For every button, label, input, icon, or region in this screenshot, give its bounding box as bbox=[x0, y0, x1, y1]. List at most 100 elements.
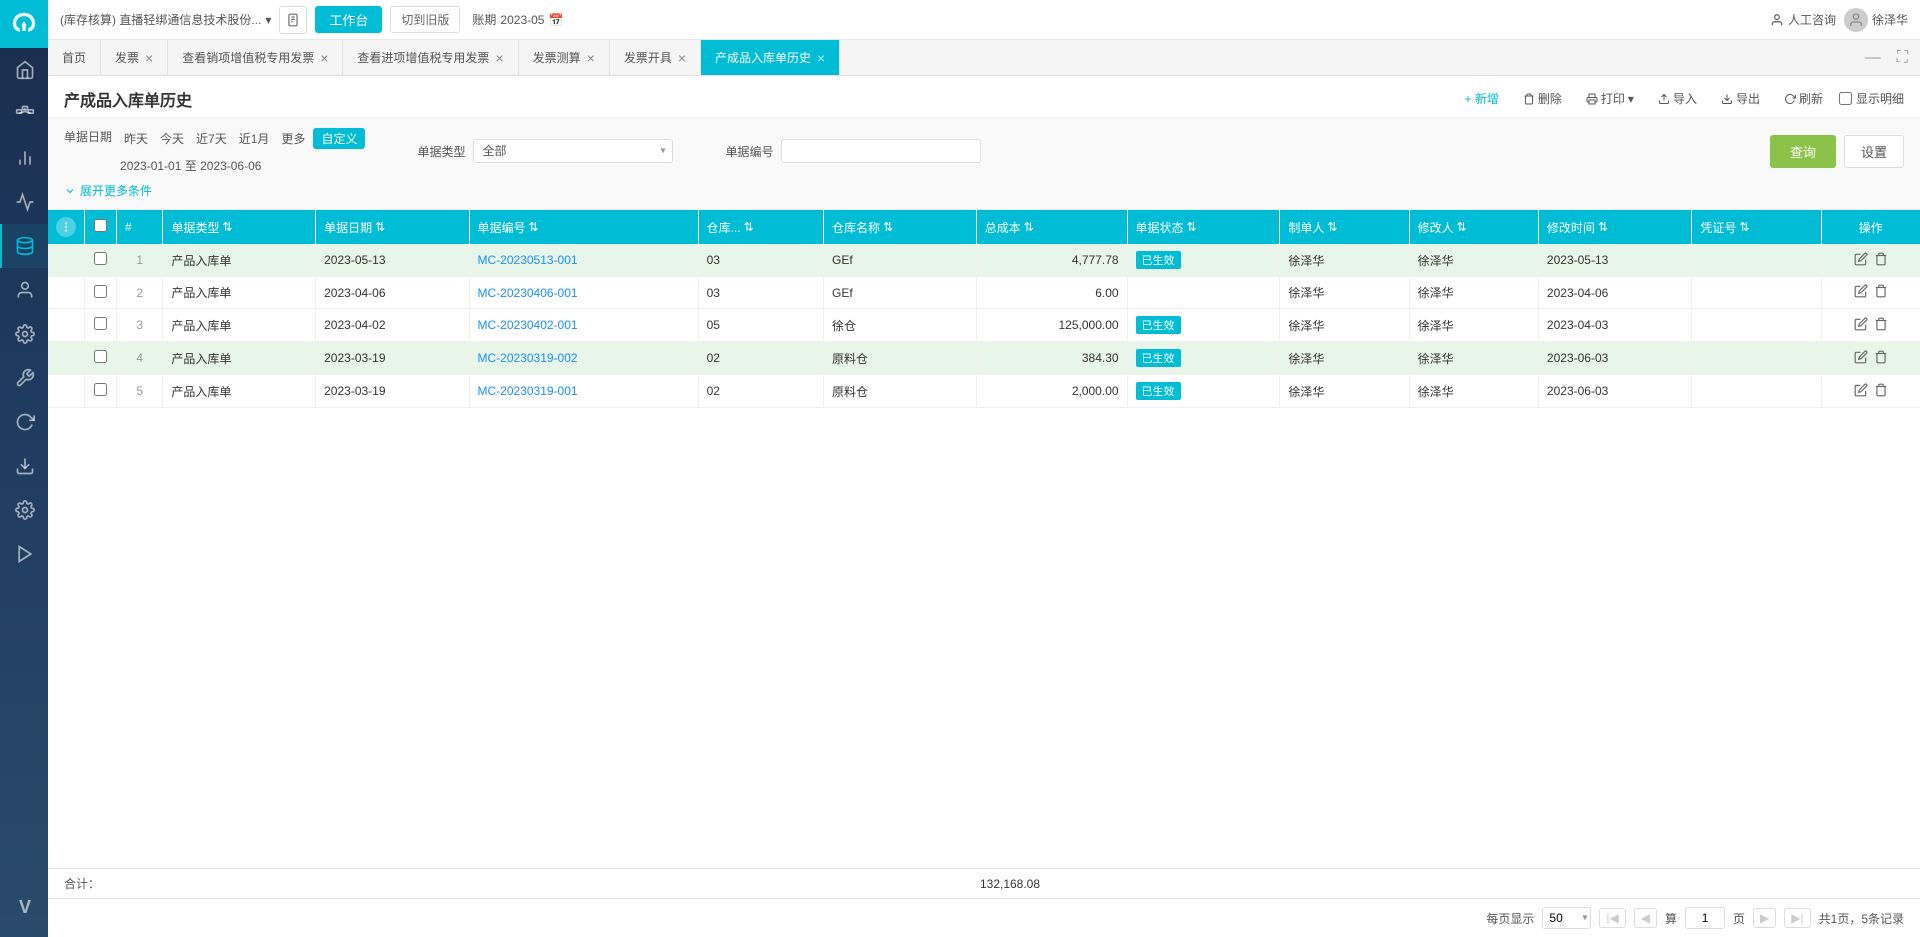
number-filter-input[interactable] bbox=[781, 139, 981, 163]
sidebar-item-chart[interactable] bbox=[0, 136, 48, 180]
date-yesterday-btn[interactable]: 昨天 bbox=[120, 128, 152, 149]
window-maximize-button[interactable]: ⛶ bbox=[1893, 47, 1912, 69]
col-header-warehouse-code[interactable]: 仓库...⇅ bbox=[698, 210, 823, 244]
page-number-input[interactable] bbox=[1685, 907, 1725, 929]
sidebar-item-person[interactable] bbox=[0, 268, 48, 312]
calendar-icon[interactable]: 📅 bbox=[548, 13, 563, 27]
sidebar-logo[interactable] bbox=[0, 0, 48, 48]
col-header-warehouse-name[interactable]: 仓库名称⇅ bbox=[823, 210, 976, 244]
show-detail-checkbox[interactable] bbox=[1839, 92, 1852, 105]
tab-sales-vat[interactable]: 查看销项增值税专用发票 × bbox=[168, 40, 343, 75]
row-number-link[interactable]: MC-20230319-001 bbox=[478, 384, 578, 398]
col-header-modify-time[interactable]: 修改时间⇅ bbox=[1538, 210, 1691, 244]
setting-button[interactable]: 设置 bbox=[1844, 135, 1904, 168]
sidebar-item-graph[interactable] bbox=[0, 180, 48, 224]
row-edit-icon[interactable] bbox=[1854, 350, 1868, 367]
page-prev-button[interactable]: ◀ bbox=[1634, 908, 1657, 928]
sidebar-item-play[interactable] bbox=[0, 532, 48, 576]
date-7days-btn[interactable]: 近7天 bbox=[192, 128, 231, 149]
row-number-link[interactable]: MC-20230513-001 bbox=[478, 253, 578, 267]
tab-invoice-close[interactable]: × bbox=[145, 51, 153, 65]
row-number-link[interactable]: MC-20230406-001 bbox=[478, 286, 578, 300]
topbar-doc-button[interactable] bbox=[279, 6, 307, 34]
row-checkbox[interactable] bbox=[94, 317, 107, 330]
tab-invoice-calc-close[interactable]: × bbox=[587, 51, 595, 65]
row-edit-icon[interactable] bbox=[1854, 252, 1868, 269]
col-header-type[interactable]: 单据类型⇅ bbox=[163, 210, 316, 244]
tab-invoice-open[interactable]: 发票开具 × bbox=[610, 40, 701, 75]
page-next-button[interactable]: ▶ bbox=[1753, 908, 1776, 928]
col-header-checkbox[interactable] bbox=[85, 210, 117, 244]
col-header-creator[interactable]: 制单人⇅ bbox=[1280, 210, 1409, 244]
row-checkbox-cell[interactable] bbox=[85, 309, 117, 342]
sidebar-item-v[interactable]: V bbox=[0, 885, 48, 929]
topbar-company[interactable]: (库存核算) 直播轻绑通信息技术股份... ▾ bbox=[60, 11, 271, 28]
row-delete-icon[interactable] bbox=[1874, 383, 1888, 400]
row-checkbox[interactable] bbox=[94, 285, 107, 298]
window-minimize-button[interactable]: — bbox=[1861, 47, 1885, 69]
sidebar-item-download[interactable] bbox=[0, 444, 48, 488]
row-checkbox-cell[interactable] bbox=[85, 277, 117, 309]
sidebar-item-home[interactable] bbox=[0, 48, 48, 92]
row-checkbox[interactable] bbox=[94, 350, 107, 363]
delete-button[interactable]: 删除 bbox=[1515, 86, 1570, 111]
tab-home[interactable]: 首页 bbox=[48, 40, 101, 75]
row-edit-icon[interactable] bbox=[1854, 383, 1868, 400]
sidebar-item-refresh[interactable] bbox=[0, 400, 48, 444]
row-edit-icon[interactable] bbox=[1854, 317, 1868, 334]
date-1month-btn[interactable]: 近1月 bbox=[235, 128, 274, 149]
row-checkbox-cell[interactable] bbox=[85, 244, 117, 277]
topbar-user[interactable]: 徐泽华 bbox=[1844, 8, 1908, 32]
tab-purchase-vat[interactable]: 查看进项增值税专用发票 × bbox=[343, 40, 518, 75]
type-select[interactable]: 全部 bbox=[473, 139, 673, 163]
col-header-modifier[interactable]: 修改人⇅ bbox=[1409, 210, 1538, 244]
row-delete-icon[interactable] bbox=[1874, 317, 1888, 334]
date-more-btn[interactable]: 更多 bbox=[277, 128, 309, 149]
row-checkbox-cell[interactable] bbox=[85, 375, 117, 408]
select-all-checkbox[interactable] bbox=[94, 219, 107, 232]
col-header-number[interactable]: 单据编号⇅ bbox=[469, 210, 698, 244]
workbench-button[interactable]: 工作台 bbox=[315, 6, 382, 33]
sidebar-item-settings2[interactable] bbox=[0, 488, 48, 532]
page-last-button[interactable]: ▶| bbox=[1784, 908, 1810, 928]
help-button[interactable]: 人工咨询 bbox=[1770, 11, 1836, 28]
print-button[interactable]: 打印 ▾ bbox=[1578, 86, 1642, 111]
tab-invoice[interactable]: 发票 × bbox=[101, 40, 168, 75]
col-header-total-cost[interactable]: 总成本⇅ bbox=[976, 210, 1127, 244]
row-number-link[interactable]: MC-20230402-001 bbox=[478, 318, 578, 332]
row-edit-icon[interactable] bbox=[1854, 284, 1868, 301]
per-page-select[interactable]: 20 50 100 bbox=[1542, 907, 1591, 929]
col-header-settings[interactable] bbox=[48, 210, 85, 244]
refresh-button[interactable]: 刷新 bbox=[1776, 86, 1831, 111]
tab-product-history[interactable]: 产成品入库单历史 × bbox=[701, 40, 840, 75]
tab-purchase-vat-close[interactable]: × bbox=[495, 51, 503, 65]
show-detail-toggle[interactable]: 显示明细 bbox=[1839, 90, 1904, 107]
query-button[interactable]: 查询 bbox=[1770, 135, 1836, 168]
row-delete-icon[interactable] bbox=[1874, 284, 1888, 301]
import-button[interactable]: 导入 bbox=[1650, 86, 1705, 111]
col-header-date[interactable]: 单据日期⇅ bbox=[316, 210, 469, 244]
sidebar-item-storage[interactable] bbox=[0, 224, 48, 268]
export-button[interactable]: 导出 bbox=[1713, 86, 1768, 111]
tab-invoice-open-close[interactable]: × bbox=[678, 51, 686, 65]
switch-version-button[interactable]: 切到旧版 bbox=[390, 6, 460, 33]
date-today-btn[interactable]: 今天 bbox=[156, 128, 188, 149]
filter-expand-btn[interactable]: 展开更多条件 bbox=[64, 182, 1904, 199]
row-checkbox[interactable] bbox=[94, 252, 107, 265]
row-checkbox-cell[interactable] bbox=[85, 342, 117, 375]
row-number-link[interactable]: MC-20230319-002 bbox=[478, 351, 578, 365]
sidebar-item-tool[interactable] bbox=[0, 356, 48, 400]
tab-invoice-calc[interactable]: 发票测算 × bbox=[519, 40, 610, 75]
sidebar-item-org[interactable] bbox=[0, 92, 48, 136]
page-first-button[interactable]: |◀ bbox=[1599, 908, 1625, 928]
date-custom-btn[interactable]: 自定义 bbox=[313, 128, 365, 149]
col-header-status[interactable]: 单据状态⇅ bbox=[1127, 210, 1280, 244]
sidebar-item-settings[interactable] bbox=[0, 312, 48, 356]
row-checkbox[interactable] bbox=[94, 383, 107, 396]
row-delete-icon[interactable] bbox=[1874, 252, 1888, 269]
tab-sales-vat-close[interactable]: × bbox=[320, 51, 328, 65]
row-delete-icon[interactable] bbox=[1874, 350, 1888, 367]
new-button[interactable]: + 新增 bbox=[1457, 86, 1507, 111]
col-header-voucher[interactable]: 凭证号⇅ bbox=[1692, 210, 1821, 244]
tab-product-history-close[interactable]: × bbox=[817, 51, 825, 65]
